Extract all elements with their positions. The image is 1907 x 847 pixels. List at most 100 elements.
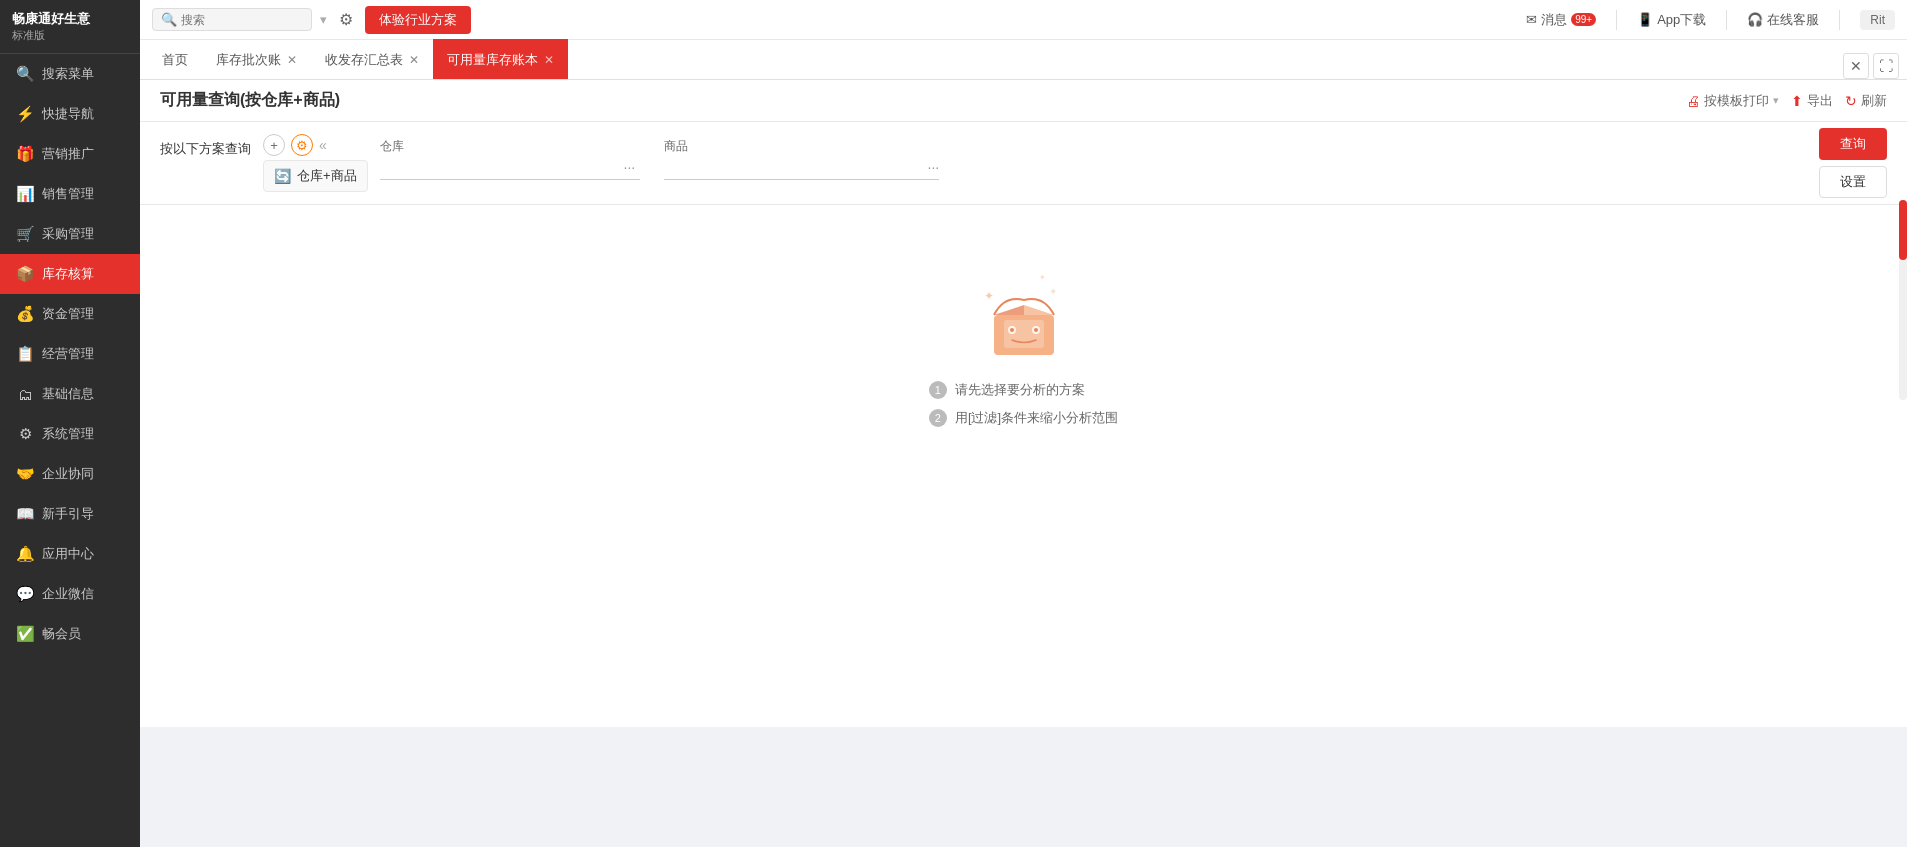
tab-expand-btn[interactable]: ⛶ (1873, 53, 1899, 79)
sidebar-item-newbie[interactable]: 📖 新手引导 (0, 494, 140, 534)
scheme-item-warehouse-product[interactable]: 🔄 仓库+商品 (263, 160, 368, 192)
wechat-icon: 💬 (16, 585, 34, 603)
tab-home[interactable]: 首页 (148, 39, 202, 79)
edit-scheme-btn[interactable]: ⚙ (291, 134, 313, 156)
sidebar-item-basic[interactable]: 🗂 基础信息 (0, 374, 140, 414)
sidebar-item-sales[interactable]: 📊 销售管理 (0, 174, 140, 214)
sidebar-label-search: 搜索菜单 (42, 65, 94, 83)
sidebar-item-enterprise[interactable]: 🤝 企业协同 (0, 454, 140, 494)
warehouse-input[interactable] (380, 160, 620, 175)
sidebar-item-app-center[interactable]: 🔔 应用中心 (0, 534, 140, 574)
refresh-icon: ↻ (1845, 93, 1857, 109)
tab-home-label: 首页 (162, 51, 188, 69)
purchase-icon: 🛒 (16, 225, 34, 243)
phone-icon: 📱 (1637, 12, 1653, 27)
step-2-num: 2 (929, 409, 947, 427)
export-label: 导出 (1807, 92, 1833, 110)
sidebar-label-finance: 资金管理 (42, 305, 94, 323)
basic-icon: 🗂 (16, 386, 34, 403)
warehouse-more-icon[interactable]: ··· (624, 159, 636, 175)
sidebar-item-purchase[interactable]: 🛒 采购管理 (0, 214, 140, 254)
collapse-icon[interactable]: « (319, 137, 327, 153)
sidebar-item-finance[interactable]: 💰 资金管理 (0, 294, 140, 334)
app-center-icon: 🔔 (16, 545, 34, 563)
tab-batch-ledger-close[interactable]: ✕ (287, 53, 297, 67)
product-more-icon[interactable]: ··· (928, 159, 940, 175)
sidebar-label-shortcut: 快捷导航 (42, 105, 94, 123)
empty-text: 1 请先选择要分析的方案 2 用[过滤]条件来缩小分析范围 (929, 381, 1118, 427)
empty-step-2: 2 用[过滤]条件来缩小分析范围 (929, 409, 1118, 427)
sidebar-label-system: 系统管理 (42, 425, 94, 443)
sidebar-item-shortcut[interactable]: ⚡ 快捷导航 (0, 94, 140, 134)
sidebar-label-inventory: 库存核算 (42, 265, 94, 283)
sidebar-label-enterprise: 企业协同 (42, 465, 94, 483)
right-scrollbar[interactable] (1899, 200, 1907, 400)
tab-batch-ledger[interactable]: 库存批次账 ✕ (202, 39, 311, 79)
message-icon: ✉ (1526, 12, 1537, 27)
sidebar-label-purchase: 采购管理 (42, 225, 94, 243)
sidebar-logo: 畅康通好生意 标准版 (0, 0, 140, 54)
tabbar-controls: ✕ ⛶ (1843, 53, 1907, 79)
warehouse-input-row: ··· (380, 159, 640, 180)
message-button[interactable]: ✉ 消息 99+ (1526, 11, 1596, 29)
tab-available-ledger[interactable]: 可用量库存账本 ✕ (433, 39, 568, 79)
product-input[interactable] (664, 160, 924, 175)
topbar-gear-icon[interactable]: ⚙ (335, 6, 357, 33)
sales-icon: 📊 (16, 185, 34, 203)
tab-collect-ledger-close[interactable]: ✕ (409, 53, 419, 67)
sidebar-item-wechat[interactable]: 💬 企业微信 (0, 574, 140, 614)
sidebar-item-operation[interactable]: 📋 经营管理 (0, 334, 140, 374)
tab-collect-ledger[interactable]: 收发存汇总表 ✕ (311, 39, 433, 79)
online-service-button[interactable]: 🎧 在线客服 (1747, 11, 1819, 29)
refresh-action[interactable]: ↻ 刷新 (1845, 92, 1887, 110)
export-icon: ⬆ (1791, 93, 1803, 109)
sidebar-item-marketing[interactable]: 🎁 营销推广 (0, 134, 140, 174)
empty-step-1: 1 请先选择要分析的方案 (929, 381, 1118, 399)
user-avatar[interactable]: Rit (1860, 10, 1895, 30)
tab-collect-ledger-label: 收发存汇总表 (325, 51, 403, 69)
sidebar-label-newbie: 新手引导 (42, 505, 94, 523)
member-icon: ✅ (16, 625, 34, 643)
topbar-search-box[interactable]: 🔍 (152, 8, 312, 31)
app-version: 标准版 (12, 28, 128, 43)
message-label: 消息 (1541, 11, 1567, 29)
empty-svg: ✦ ✦ ✦ (974, 265, 1074, 365)
step-1-text: 请先选择要分析的方案 (955, 381, 1085, 399)
set-button[interactable]: 设置 (1819, 166, 1887, 198)
condition-row: 仓库 ··· 商品 ··· (380, 134, 1887, 180)
system-icon: ⚙ (16, 425, 34, 443)
tab-available-ledger-close[interactable]: ✕ (544, 53, 554, 67)
sidebar-item-member[interactable]: ✅ 畅会员 (0, 614, 140, 654)
finance-icon: 💰 (16, 305, 34, 323)
step-1-num: 1 (929, 381, 947, 399)
topbar-search-input[interactable] (181, 13, 301, 27)
page-header: 可用量查询(按仓库+商品) 🖨 按模板打印 ▾ ⬆ 导出 ↻ 刷新 (140, 80, 1907, 122)
shortcut-icon: ⚡ (16, 105, 34, 123)
marketing-icon: 🎁 (16, 145, 34, 163)
svg-text:✦: ✦ (984, 289, 994, 303)
topbar: 🔍 ▾ ⚙ 体验行业方案 ✉ 消息 99+ 📱 App下载 🎧 在线客服 (140, 0, 1907, 40)
sidebar-label-operation: 经营管理 (42, 345, 94, 363)
filter-label: 按以下方案查询 (160, 134, 251, 158)
page-content: 可用量查询(按仓库+商品) 🖨 按模板打印 ▾ ⬆ 导出 ↻ 刷新 (140, 80, 1907, 847)
topbar-chevron-icon[interactable]: ▾ (320, 12, 327, 27)
industry-btn[interactable]: 体验行业方案 (365, 6, 471, 34)
app-download-button[interactable]: 📱 App下载 (1637, 11, 1706, 29)
query-button[interactable]: 查询 (1819, 128, 1887, 160)
sidebar-label-sales: 销售管理 (42, 185, 94, 203)
add-scheme-btn[interactable]: + (263, 134, 285, 156)
sidebar-item-system[interactable]: ⚙ 系统管理 (0, 414, 140, 454)
print-action[interactable]: 🖨 按模板打印 ▾ (1686, 92, 1779, 110)
export-action[interactable]: ⬆ 导出 (1791, 92, 1833, 110)
sidebar-item-search[interactable]: 🔍 搜索菜单 (0, 54, 140, 94)
filter-scheme-header: + ⚙ « (263, 134, 368, 156)
scheme-item-label: 仓库+商品 (297, 167, 357, 185)
content-wrapper: 可用量查询(按仓库+商品) 🖨 按模板打印 ▾ ⬆ 导出 ↻ 刷新 (140, 80, 1907, 727)
app-name: 畅康通好生意 (12, 10, 128, 28)
tab-close-all-btn[interactable]: ✕ (1843, 53, 1869, 79)
tab-available-ledger-label: 可用量库存账本 (447, 51, 538, 69)
svg-text:✦: ✦ (1049, 286, 1057, 297)
sidebar-item-inventory[interactable]: 📦 库存核算 (0, 254, 140, 294)
sidebar: 畅康通好生意 标准版 🔍 搜索菜单 ⚡ 快捷导航 🎁 营销推广 📊 销售管理 🛒… (0, 0, 140, 847)
main-area: 🔍 ▾ ⚙ 体验行业方案 ✉ 消息 99+ 📱 App下载 🎧 在线客服 (140, 0, 1907, 847)
